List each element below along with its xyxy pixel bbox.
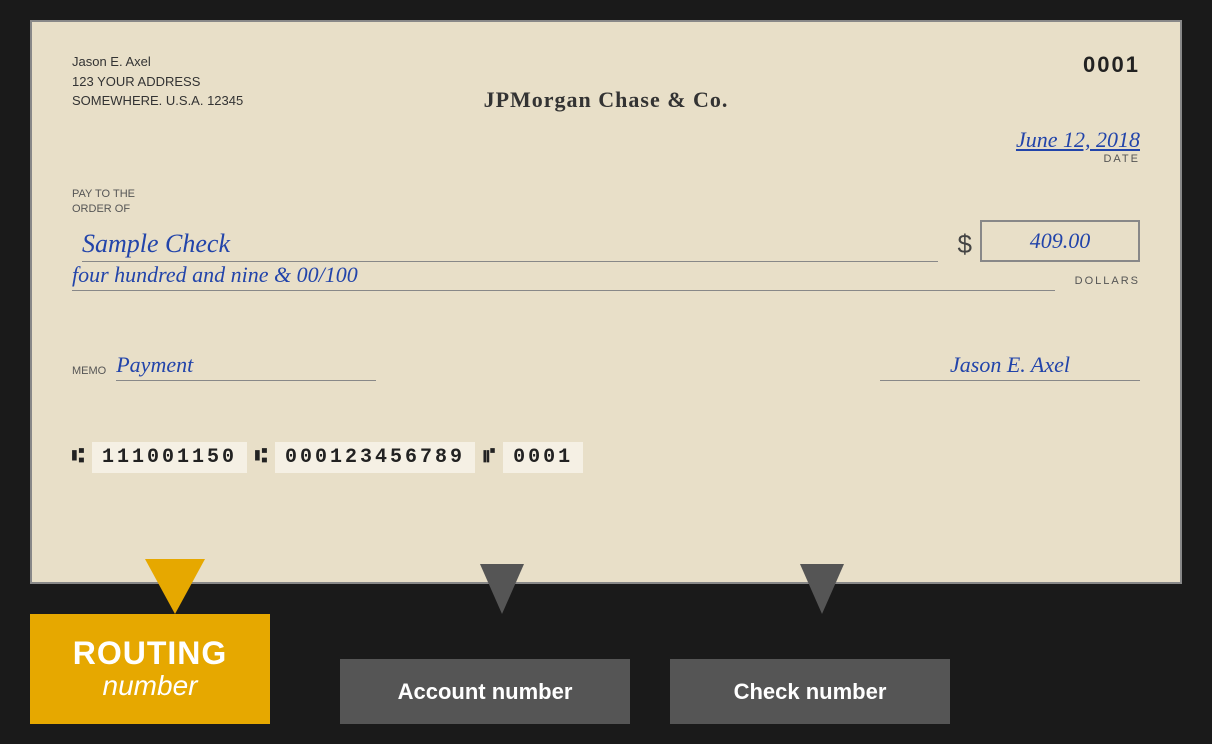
micr-account-number: 000123456789 <box>275 442 475 473</box>
micr-check-symbol: ⑈ <box>483 446 495 469</box>
account-number-label: Account number <box>398 679 573 705</box>
amount-words-section: four hundred and nine & 00/100 DOLLARS <box>72 262 1140 291</box>
micr-routing-symbol-left: ⑆ <box>72 446 84 469</box>
micr-account-symbol-left: ⑆ <box>255 446 267 469</box>
check-arrow <box>800 564 844 614</box>
date-section: June 12, 2018 DATE <box>1016 127 1140 165</box>
pay-to-label: PAY TO THE ORDER OF <box>72 187 1140 218</box>
memo-left: MEMO Payment <box>72 352 880 381</box>
date-value: June 12, 2018 <box>1016 127 1140 153</box>
routing-arrow <box>145 559 205 614</box>
pay-to-section: PAY TO THE ORDER OF Sample Check $ 409.0… <box>72 187 1140 262</box>
payee-name: Sample Check <box>82 229 938 262</box>
pay-to-line: Sample Check $ 409.00 <box>72 220 1140 262</box>
check-number-label: Check number <box>734 679 887 705</box>
check-body: 0001 Jason E. Axel 123 YOUR ADDRESS SOME… <box>30 20 1182 584</box>
bottom-area: ROUTING number Account number Check numb… <box>0 599 1212 744</box>
routing-label-bottom: number <box>103 671 198 702</box>
check-number-label-box: Check number <box>670 659 950 724</box>
amount-box: 409.00 <box>980 220 1140 262</box>
routing-number-box: ROUTING number <box>30 614 270 724</box>
account-arrow <box>480 564 524 614</box>
memo-value: Payment <box>116 352 376 381</box>
micr-section: ⑆ 111001150 ⑆ 000123456789 ⑈ 0001 <box>72 442 1140 473</box>
address-block: Jason E. Axel 123 YOUR ADDRESS SOMEWHERE… <box>72 52 243 111</box>
routing-label-top: ROUTING <box>73 636 228 671</box>
dollar-sign: $ <box>958 229 972 262</box>
memo-label: MEMO <box>72 365 106 381</box>
account-number-label-box: Account number <box>340 659 630 724</box>
micr-routing-number: 111001150 <box>92 442 247 473</box>
owner-name: Jason E. Axel <box>72 52 243 72</box>
check-number-display: 0001 <box>1083 52 1140 78</box>
micr-check-number: 0001 <box>503 442 583 473</box>
date-label: DATE <box>1016 153 1140 165</box>
amount-words: four hundred and nine & 00/100 <box>72 262 1055 291</box>
bank-name: JPMorgan Chase & Co. <box>484 87 729 113</box>
signature-line: Jason E. Axel <box>880 352 1140 381</box>
address-line1: 123 YOUR ADDRESS <box>72 72 243 92</box>
address-line2: SOMEWHERE. U.S.A. 12345 <box>72 91 243 111</box>
memo-section: MEMO Payment Jason E. Axel <box>72 352 1140 381</box>
dollars-label: DOLLARS <box>1075 275 1140 291</box>
